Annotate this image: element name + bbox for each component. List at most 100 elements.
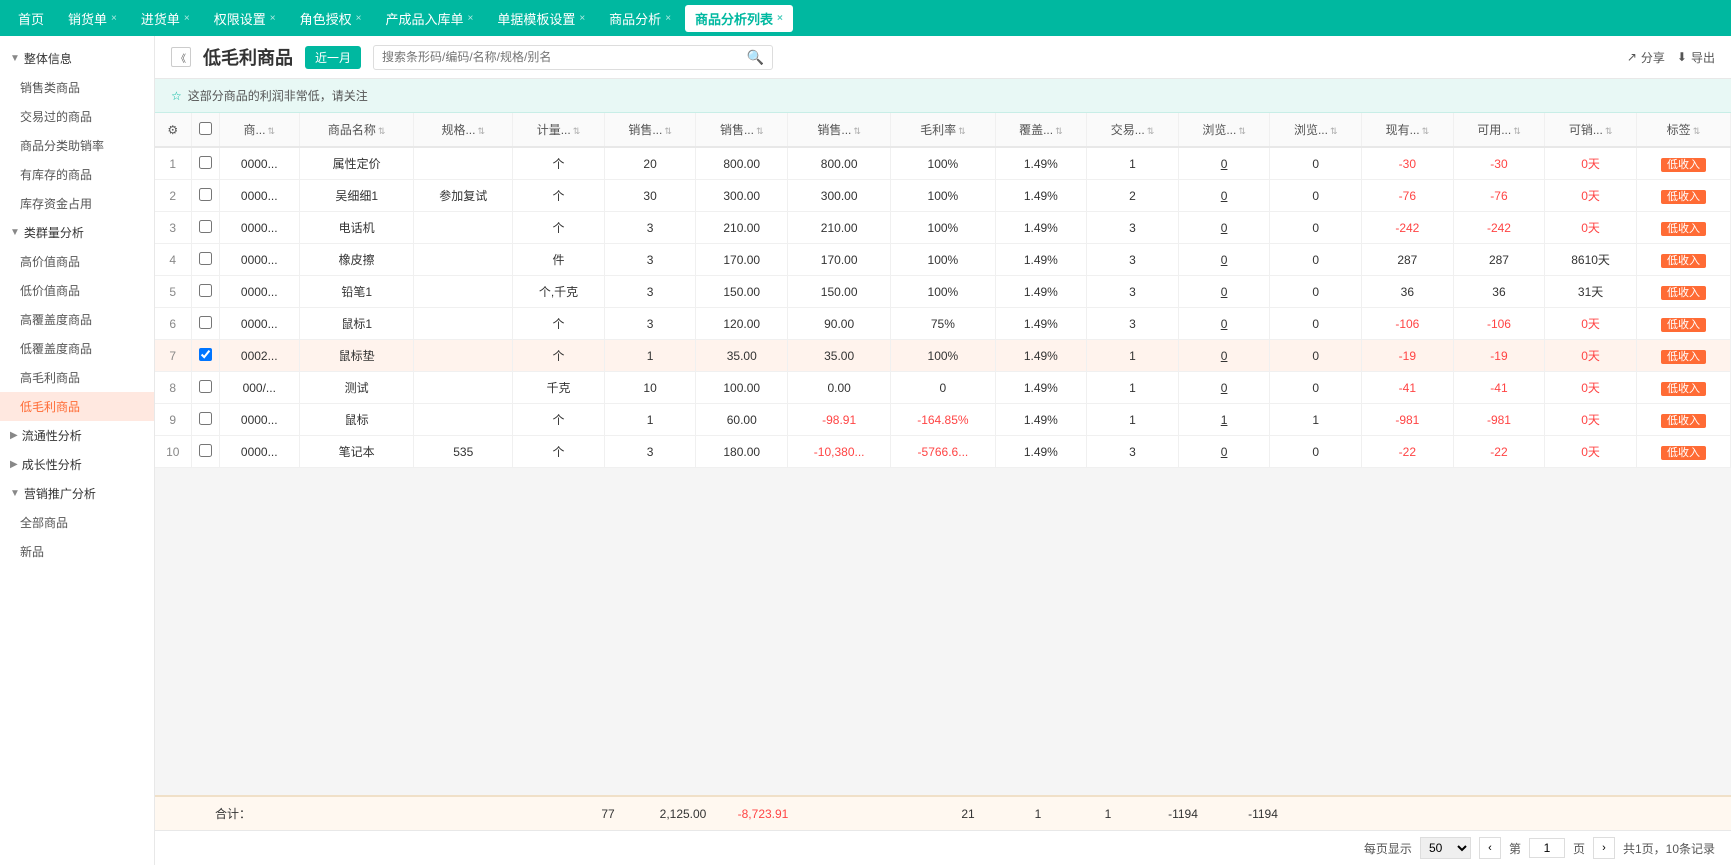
col-current-stock[interactable]: 现有...⇅ — [1362, 113, 1454, 147]
row-views1[interactable]: 0 — [1178, 180, 1270, 212]
row-checkbox[interactable] — [199, 380, 212, 393]
nav-product-entry[interactable]: 产成品入库单 × — [375, 5, 483, 32]
search-icon[interactable]: 🔍 — [747, 49, 764, 66]
sidebar-collapse-button[interactable]: 《 — [171, 47, 191, 67]
row-checkbox[interactable] — [199, 220, 212, 233]
row-checkbox[interactable] — [199, 252, 212, 265]
nav-product-analysis[interactable]: 商品分析 × — [599, 5, 681, 32]
row-views2: 0 — [1270, 244, 1362, 276]
row-num: 7 — [155, 340, 191, 372]
sidebar-item-new-products[interactable]: 新品 — [0, 537, 154, 566]
nav-home[interactable]: 首页 — [8, 5, 54, 32]
sidebar-item-high-margin[interactable]: 高毛利商品 — [0, 363, 154, 392]
table-row: 8 000/... 测试 千克 10 100.00 0.00 0 1.49% 1… — [155, 372, 1731, 404]
sidebar-group-growth[interactable]: ▶ 成长性分析 — [0, 450, 154, 479]
nav-permissions[interactable]: 权限设置 × — [204, 5, 286, 32]
page-number-input[interactable] — [1529, 838, 1565, 858]
row-views1[interactable]: 0 — [1178, 372, 1270, 404]
close-icon[interactable]: × — [270, 13, 276, 24]
sidebar-item-low-value[interactable]: 低价值商品 — [0, 276, 154, 305]
row-views1[interactable]: 0 — [1178, 212, 1270, 244]
col-gross-margin[interactable]: 毛利率⇅ — [891, 113, 995, 147]
sidebar-group-marketing[interactable]: ▼ 营销推广分析 — [0, 479, 154, 508]
row-coverage: 1.49% — [995, 244, 1087, 276]
share-button[interactable]: ↗ 分享 — [1627, 49, 1665, 66]
row-code: 000/... — [219, 372, 300, 404]
nav-purchase[interactable]: 进货单 × — [131, 5, 200, 32]
row-views1[interactable]: 0 — [1178, 147, 1270, 180]
sidebar-item-low-coverage[interactable]: 低覆盖度商品 — [0, 334, 154, 363]
row-views1[interactable]: 0 — [1178, 308, 1270, 340]
row-tag: 低收入 — [1636, 180, 1730, 212]
col-settings[interactable]: ⚙ — [155, 113, 191, 147]
row-current-stock: -41 — [1362, 372, 1454, 404]
row-checkbox[interactable] — [199, 348, 212, 361]
col-coverage[interactable]: 覆盖...⇅ — [995, 113, 1087, 147]
row-checkbox[interactable] — [199, 316, 212, 329]
row-current-stock: -76 — [1362, 180, 1454, 212]
col-saleable-days[interactable]: 可销...⇅ — [1545, 113, 1637, 147]
row-views1[interactable]: 1 — [1178, 404, 1270, 436]
sidebar-group-circulation[interactable]: ▶ 流通性分析 — [0, 421, 154, 450]
row-checkbox[interactable] — [199, 284, 212, 297]
row-views1[interactable]: 0 — [1178, 340, 1270, 372]
sidebar-item-stock-funds[interactable]: 库存资金占用 — [0, 189, 154, 218]
col-available-stock[interactable]: 可用...⇅ — [1453, 113, 1545, 147]
close-icon[interactable]: × — [467, 13, 473, 24]
table-container[interactable]: ⚙ 商...⇅ 商品名称⇅ 规格...⇅ 计量...⇅ 销售...⇅ 销售...… — [155, 113, 1731, 795]
col-code[interactable]: 商...⇅ — [219, 113, 300, 147]
close-icon[interactable]: × — [579, 13, 585, 24]
sidebar-item-category-rate[interactable]: 商品分类助销率 — [0, 131, 154, 160]
row-views1[interactable]: 0 — [1178, 244, 1270, 276]
row-checkbox[interactable] — [199, 156, 212, 169]
close-icon[interactable]: × — [356, 13, 362, 24]
period-button[interactable]: 近一月 — [305, 46, 361, 69]
row-sales-profit: -10,380... — [788, 436, 891, 468]
col-sales-price[interactable]: 销售...⇅ — [696, 113, 788, 147]
nav-template-settings[interactable]: 单据模板设置 × — [487, 5, 595, 32]
sidebar-item-in-stock[interactable]: 有库存的商品 — [0, 160, 154, 189]
page-size-select[interactable]: 10 50 100 — [1420, 837, 1471, 859]
sidebar-group-overall[interactable]: ▼ 整体信息 — [0, 44, 154, 73]
col-transactions[interactable]: 交易...⇅ — [1087, 113, 1179, 147]
sidebar-item-low-margin[interactable]: 低毛利商品 — [0, 392, 154, 421]
row-checkbox[interactable] — [199, 188, 212, 201]
nav-roles[interactable]: 角色授权 × — [290, 5, 372, 32]
close-icon[interactable]: × — [111, 13, 117, 24]
row-coverage: 1.49% — [995, 212, 1087, 244]
sidebar-group-cluster[interactable]: ▼ 类群量分析 — [0, 218, 154, 247]
col-name[interactable]: 商品名称⇅ — [300, 113, 414, 147]
row-checkbox[interactable] — [199, 412, 212, 425]
col-sales-profit[interactable]: 销售...⇅ — [788, 113, 891, 147]
sidebar-item-traded-products[interactable]: 交易过的商品 — [0, 102, 154, 131]
sidebar-item-all-products[interactable]: 全部商品 — [0, 508, 154, 537]
table-row: 2 0000... 吴细细1 参加复试 个 30 300.00 300.00 1… — [155, 180, 1731, 212]
row-checkbox[interactable] — [199, 444, 212, 457]
col-spec[interactable]: 规格...⇅ — [414, 113, 513, 147]
row-views2: 0 — [1270, 147, 1362, 180]
row-unit: 千克 — [513, 372, 605, 404]
col-tag[interactable]: 标签⇅ — [1636, 113, 1730, 147]
select-all-checkbox[interactable] — [199, 122, 212, 135]
row-views1[interactable]: 0 — [1178, 436, 1270, 468]
alert-icon: ☆ — [171, 89, 182, 103]
prev-page-button[interactable]: ‹ — [1479, 837, 1501, 859]
sidebar-item-high-coverage[interactable]: 高覆盖度商品 — [0, 305, 154, 334]
col-views2[interactable]: 浏览...⇅ — [1270, 113, 1362, 147]
close-icon[interactable]: × — [777, 13, 783, 24]
col-sales-qty[interactable]: 销售...⇅ — [604, 113, 696, 147]
sidebar-item-high-value[interactable]: 高价值商品 — [0, 247, 154, 276]
nav-sales[interactable]: 销货单 × — [58, 5, 127, 32]
nav-product-analysis-list[interactable]: 商品分析列表 × — [685, 5, 793, 32]
search-input[interactable] — [382, 50, 747, 64]
next-page-button[interactable]: › — [1593, 837, 1615, 859]
row-current-stock: -242 — [1362, 212, 1454, 244]
col-views1[interactable]: 浏览...⇅ — [1178, 113, 1270, 147]
row-sales-profit: 300.00 — [788, 180, 891, 212]
row-views1[interactable]: 0 — [1178, 276, 1270, 308]
sidebar-item-sales-products[interactable]: 销售类商品 — [0, 73, 154, 102]
close-icon[interactable]: × — [184, 13, 190, 24]
col-unit[interactable]: 计量...⇅ — [513, 113, 605, 147]
close-icon[interactable]: × — [665, 13, 671, 24]
export-button[interactable]: ⬇ 导出 — [1677, 49, 1715, 66]
